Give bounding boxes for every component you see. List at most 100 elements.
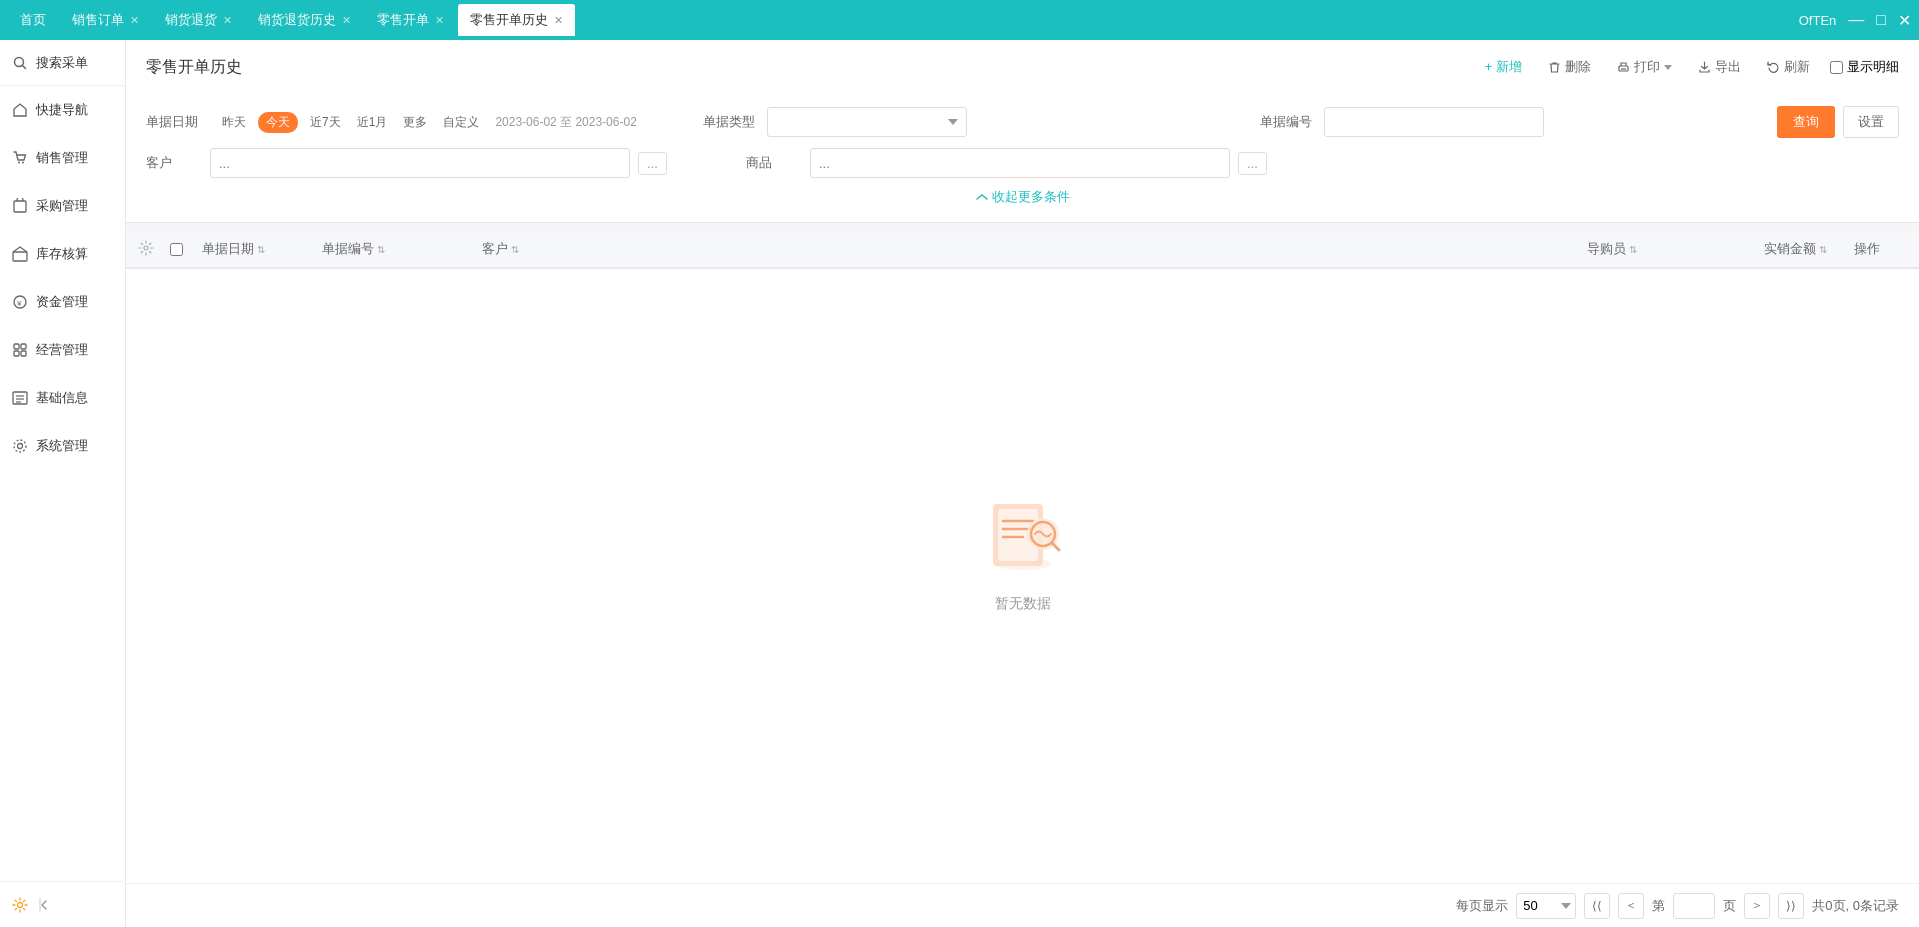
per-page-select[interactable]: 20 50 100 bbox=[1516, 893, 1576, 919]
close-return-icon[interactable]: ✕ bbox=[223, 14, 232, 27]
home-icon bbox=[12, 102, 28, 118]
close-retail-history-icon[interactable]: ✕ bbox=[554, 14, 563, 27]
shortcut-custom[interactable]: 自定义 bbox=[439, 112, 483, 133]
goods-label: 商品 bbox=[746, 154, 802, 172]
customer-ellipsis[interactable]: ... bbox=[638, 152, 667, 175]
table-settings-icon[interactable] bbox=[138, 240, 154, 256]
sidebar-item-sales-label: 销售管理 bbox=[36, 149, 88, 167]
finance-icon: ¥ bbox=[12, 294, 28, 310]
collapse-icon bbox=[976, 193, 988, 201]
sidebar: 搜索采单 快捷导航 销售管理 采购管理 bbox=[0, 40, 126, 927]
main-layout: 搜索采单 快捷导航 销售管理 采购管理 bbox=[0, 40, 1919, 927]
last-page-button[interactable]: ⟩⟩ bbox=[1778, 893, 1804, 919]
page-suffix: 页 bbox=[1723, 897, 1736, 915]
sidebar-item-base-info[interactable]: 基础信息 bbox=[0, 374, 125, 422]
sidebar-item-quicknav-label: 快捷导航 bbox=[36, 101, 88, 119]
filter-customer: 客户 ... bbox=[146, 148, 706, 178]
maximize-button[interactable]: □ bbox=[1876, 11, 1886, 29]
svg-line-1 bbox=[23, 65, 26, 68]
shortcut-yesterday[interactable]: 昨天 bbox=[218, 112, 250, 133]
close-retail-icon[interactable]: ✕ bbox=[435, 14, 444, 27]
svg-text:¥: ¥ bbox=[16, 299, 22, 308]
th-customer: 客户 ⇅ bbox=[482, 240, 1587, 258]
sidebar-item-quicknav[interactable]: 快捷导航 bbox=[0, 86, 125, 134]
svg-rect-4 bbox=[14, 201, 26, 212]
settings-gear-icon[interactable] bbox=[12, 897, 28, 913]
sidebar-item-management[interactable]: 经营管理 bbox=[0, 326, 125, 374]
table-settings-col bbox=[138, 240, 170, 259]
sort-date-icon[interactable]: ⇅ bbox=[257, 244, 265, 255]
set-button[interactable]: 设置 bbox=[1843, 106, 1899, 138]
action-buttons: 查询 设置 bbox=[1777, 106, 1899, 138]
pagination: 每页显示 20 50 100 ⟨⟨ ＜ 第 1 页 ＞ ⟩⟩ 共0页, 0条记录 bbox=[126, 883, 1919, 927]
sort-customer-icon[interactable]: ⇅ bbox=[511, 244, 519, 255]
date-range-text: 2023-06-02 至 2023-06-02 bbox=[495, 114, 636, 131]
type-label: 单据类型 bbox=[703, 113, 759, 131]
svg-rect-8 bbox=[14, 344, 19, 349]
sidebar-item-system[interactable]: 系统管理 bbox=[0, 422, 125, 470]
shortcut-today[interactable]: 今天 bbox=[258, 112, 298, 133]
sidebar-item-inventory[interactable]: 库存核算 bbox=[0, 230, 125, 278]
prev-page-button[interactable]: ＜ bbox=[1618, 893, 1644, 919]
goods-ellipsis[interactable]: ... bbox=[1238, 152, 1267, 175]
filter-row-2: 客户 ... 商品 ... bbox=[146, 148, 1899, 178]
tab-return-history[interactable]: 销货退货历史 ✕ bbox=[246, 4, 363, 36]
select-all-checkbox[interactable] bbox=[170, 243, 183, 256]
customer-input[interactable] bbox=[210, 148, 630, 178]
collapse-more-btn[interactable]: 收起更多条件 bbox=[976, 188, 1070, 206]
refresh-button[interactable]: 刷新 bbox=[1761, 54, 1816, 80]
type-select[interactable] bbox=[767, 107, 967, 137]
tab-return-label: 销货退货 bbox=[165, 11, 217, 29]
sidebar-item-sales[interactable]: 销售管理 bbox=[0, 134, 125, 182]
query-button[interactable]: 查询 bbox=[1777, 106, 1835, 138]
tab-home[interactable]: 首页 bbox=[8, 4, 58, 36]
sidebar-item-base-info-label: 基础信息 bbox=[36, 389, 88, 407]
collapse-sidebar-icon[interactable] bbox=[36, 897, 52, 913]
print-button[interactable]: 打印 bbox=[1611, 54, 1678, 80]
tab-return[interactable]: 销货退货 ✕ bbox=[153, 4, 244, 36]
shortcut-1month[interactable]: 近1月 bbox=[353, 112, 392, 133]
first-page-button[interactable]: ⟨⟨ bbox=[1584, 893, 1610, 919]
sort-amount-icon[interactable]: ⇅ bbox=[1819, 244, 1827, 255]
empty-state: 暂无数据 bbox=[126, 269, 1919, 883]
empty-state-icon bbox=[973, 479, 1073, 579]
sidebar-item-inventory-label: 库存核算 bbox=[36, 245, 88, 263]
sidebar-item-finance[interactable]: ¥ 资金管理 bbox=[0, 278, 125, 326]
sidebar-search-label: 搜索采单 bbox=[36, 54, 88, 72]
sort-no-icon[interactable]: ⇅ bbox=[377, 244, 385, 255]
next-page-button[interactable]: ＞ bbox=[1744, 893, 1770, 919]
close-return-history-icon[interactable]: ✕ bbox=[342, 14, 351, 27]
svg-point-2 bbox=[18, 162, 20, 164]
sidebar-item-purchase[interactable]: 采购管理 bbox=[0, 182, 125, 230]
export-button[interactable]: 导出 bbox=[1692, 54, 1747, 80]
new-button[interactable]: + 新增 bbox=[1479, 54, 1528, 80]
shortcut-more[interactable]: 更多 bbox=[399, 112, 431, 133]
close-sales-order-icon[interactable]: ✕ bbox=[130, 14, 139, 27]
page-input[interactable]: 1 bbox=[1673, 893, 1715, 919]
total-info: 共0页, 0条记录 bbox=[1812, 897, 1899, 915]
cart-icon bbox=[12, 150, 28, 166]
refresh-icon bbox=[1767, 61, 1780, 74]
tab-retail-history[interactable]: 零售开单历史 ✕ bbox=[458, 4, 575, 36]
close-button[interactable]: ✕ bbox=[1898, 11, 1911, 30]
filter-no: 单据编号 bbox=[1260, 107, 1777, 137]
management-icon bbox=[12, 342, 28, 358]
sidebar-search[interactable]: 搜索采单 bbox=[0, 40, 125, 86]
tab-sales-order[interactable]: 销售订单 ✕ bbox=[60, 4, 151, 36]
no-input[interactable] bbox=[1324, 107, 1544, 137]
delete-button[interactable]: 删除 bbox=[1542, 54, 1597, 80]
show-detail-checkbox[interactable]: 显示明细 bbox=[1830, 58, 1899, 76]
th-no: 单据编号 ⇅ bbox=[322, 240, 482, 258]
filter-goods: 商品 ... bbox=[746, 148, 1306, 178]
svg-rect-10 bbox=[14, 351, 19, 356]
svg-point-17 bbox=[14, 440, 26, 452]
tab-retail[interactable]: 零售开单 ✕ bbox=[365, 4, 456, 36]
sort-guide-icon[interactable]: ⇅ bbox=[1629, 244, 1637, 255]
th-action: 操作 bbox=[1827, 240, 1907, 258]
tab-return-history-label: 销货退货历史 bbox=[258, 11, 336, 29]
minimize-button[interactable]: — bbox=[1848, 11, 1864, 29]
shortcut-7days[interactable]: 近7天 bbox=[306, 112, 345, 133]
svg-point-21 bbox=[144, 246, 148, 250]
goods-input[interactable] bbox=[810, 148, 1230, 178]
show-detail-input[interactable] bbox=[1830, 61, 1843, 74]
